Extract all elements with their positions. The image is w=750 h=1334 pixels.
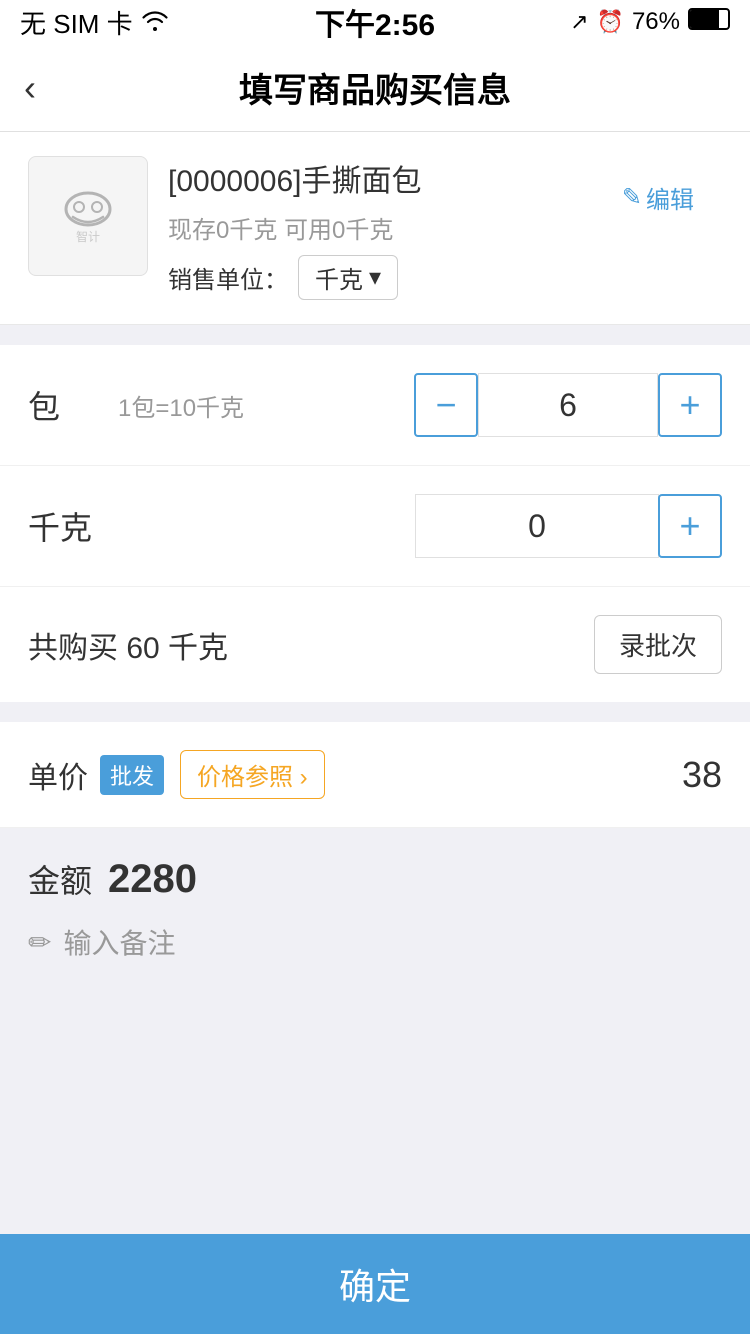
price-section: 单价 批发 价格参照 › 38 [0, 722, 750, 828]
kg-plus-button[interactable]: + [658, 494, 722, 558]
bag-minus-button[interactable]: − [414, 373, 478, 437]
product-stock: 现存0千克 可用0千克 [168, 210, 722, 245]
nav-bar: ‹ 填写商品购买信息 [0, 44, 750, 132]
status-right: ↗ ⏰ 76% [570, 8, 730, 37]
unit-label: 销售单位： [168, 260, 288, 295]
unit-value: 千克 [315, 260, 363, 295]
unit-select[interactable]: 千克 ▾ [298, 255, 398, 300]
edit-icon: ✎ [622, 183, 642, 212]
amount-section: 金额 2280 ✏ 输入备注 [0, 828, 750, 982]
amount-row: 金额 2280 [28, 856, 722, 902]
total-row: 共购买 60 千克 录批次 [0, 587, 750, 702]
kg-input[interactable] [415, 494, 659, 558]
status-time: 下午2:56 [315, 0, 435, 44]
status-left: 无 SIM 卡 [20, 4, 169, 41]
section-divider-1 [0, 325, 750, 345]
battery-percent: 76% [632, 8, 680, 36]
location-icon: ↗ [570, 9, 588, 35]
remark-text: 输入备注 [63, 922, 175, 962]
status-bar: 无 SIM 卡 下午2:56 ↗ ⏰ 76% [0, 0, 750, 44]
bag-label: 包 [28, 382, 108, 428]
bag-stepper: − + [414, 373, 722, 437]
kg-input-row: 千克 + [0, 466, 750, 587]
back-button[interactable]: ‹ [24, 67, 36, 109]
bag-input[interactable] [478, 373, 658, 437]
product-card: 智计 [0000006]手撕面包 现存0千克 可用0千克 销售单位： 千克 ▾ … [0, 132, 750, 325]
battery-icon [688, 8, 730, 37]
section-divider-2 [0, 702, 750, 722]
amount-label: 金额 [28, 856, 92, 902]
price-row: 单价 批发 价格参照 › 38 [0, 722, 750, 828]
input-section: 包 1包=10千克 − + 千克 + 共购买 60 千克 录批次 [0, 345, 750, 702]
edit-button[interactable]: ✎ 编辑 [622, 180, 694, 215]
price-value: 38 [682, 754, 722, 796]
wifi-icon [141, 7, 169, 38]
product-image: 智计 [28, 156, 148, 276]
kg-stepper: + [415, 494, 722, 558]
confirm-button[interactable]: 确定 [0, 1234, 750, 1334]
alarm-icon: ⏰ [597, 9, 624, 35]
bag-input-row: 包 1包=10千克 − + [0, 345, 750, 466]
dropdown-icon: ▾ [369, 263, 381, 292]
nav-title: 填写商品购买信息 [239, 63, 511, 112]
price-label: 单价 [28, 753, 88, 797]
spacer [0, 982, 750, 1234]
remark-row[interactable]: ✏ 输入备注 [28, 922, 722, 982]
bag-plus-button[interactable]: + [658, 373, 722, 437]
edit-label: 编辑 [646, 180, 694, 215]
remark-icon: ✏ [28, 926, 51, 959]
svg-text:智计: 智计 [76, 229, 100, 244]
confirm-label: 确定 [339, 1258, 411, 1310]
carrier-text: 无 SIM 卡 [20, 4, 133, 41]
product-info: [0000006]手撕面包 现存0千克 可用0千克 销售单位： 千克 ▾ ✎ 编… [168, 156, 722, 300]
bag-sublabel: 1包=10千克 [118, 388, 244, 423]
product-unit-row: 销售单位： 千克 ▾ [168, 255, 722, 300]
price-ref-button[interactable]: 价格参照 › [180, 750, 325, 799]
total-text: 共购买 60 千克 [28, 623, 228, 667]
batch-button[interactable]: 录批次 [594, 615, 722, 674]
kg-label: 千克 [28, 503, 108, 549]
amount-value: 2280 [108, 857, 197, 902]
price-tag: 批发 [100, 755, 164, 795]
